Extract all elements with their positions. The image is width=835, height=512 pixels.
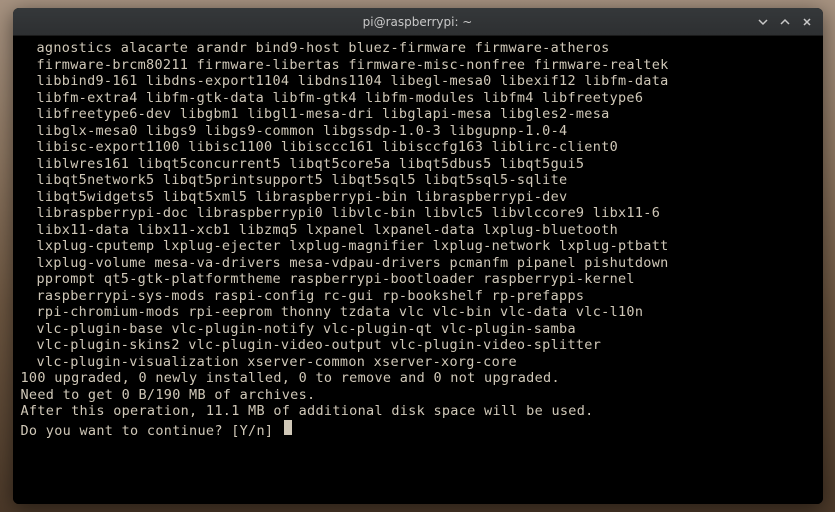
package-line: libraspberrypi-doc libraspberrypi0 libvl… <box>21 205 815 222</box>
close-icon <box>802 17 812 27</box>
terminal-window: pi@raspberrypi: ~ agnostics alacarte ara… <box>13 8 823 504</box>
package-line: agnostics alacarte arandr bind9-host blu… <box>21 40 815 57</box>
terminal-output[interactable]: agnostics alacarte arandr bind9-host blu… <box>13 36 823 504</box>
close-button[interactable] <box>797 12 817 32</box>
minimize-button[interactable] <box>753 12 773 32</box>
maximize-button[interactable] <box>775 12 795 32</box>
chevron-up-icon <box>780 17 790 27</box>
package-line: vlc-plugin-skins2 vlc-plugin-video-outpu… <box>21 337 815 354</box>
chevron-down-icon <box>758 17 768 27</box>
package-line: vlc-plugin-base vlc-plugin-notify vlc-pl… <box>21 321 815 338</box>
continue-prompt: Do you want to continue? [Y/n] <box>21 423 282 440</box>
package-list: agnostics alacarte arandr bind9-host blu… <box>21 40 815 370</box>
window-title: pi@raspberrypi: ~ <box>363 15 473 29</box>
package-line: libqt5network5 libqt5printsupport5 libqt… <box>21 172 815 189</box>
package-line: firmware-brcm80211 firmware-libertas fir… <box>21 57 815 74</box>
package-line: vlc-plugin-visualization xserver-common … <box>21 354 815 371</box>
disk-usage: After this operation, 11.1 MB of additio… <box>21 403 815 420</box>
package-line: libqt5widgets5 libqt5xml5 libraspberrypi… <box>21 189 815 206</box>
terminal-cursor[interactable] <box>284 420 292 435</box>
archive-size: Need to get 0 B/190 MB of archives. <box>21 387 815 404</box>
package-line: libfreetype6-dev libgbm1 libgl1-mesa-dri… <box>21 106 815 123</box>
continue-prompt-line: Do you want to continue? [Y/n] <box>21 420 815 440</box>
titlebar-controls <box>753 8 817 35</box>
package-line: libisc-export1100 libisc1100 libisccc161… <box>21 139 815 156</box>
package-line: lxplug-volume mesa-va-drivers mesa-vdpau… <box>21 255 815 272</box>
package-line: libglx-mesa0 libgs9 libgs9-common libgss… <box>21 123 815 140</box>
package-line: libfm-extra4 libfm-gtk-data libfm-gtk4 l… <box>21 90 815 107</box>
titlebar: pi@raspberrypi: ~ <box>13 8 823 36</box>
upgrade-summary: 100 upgraded, 0 newly installed, 0 to re… <box>21 370 815 387</box>
package-line: libbind9-161 libdns-export1104 libdns110… <box>21 73 815 90</box>
package-line: rpi-chromium-mods rpi-eeprom thonny tzda… <box>21 304 815 321</box>
package-line: libx11-data libx11-xcb1 libzmq5 lxpanel … <box>21 222 815 239</box>
package-line: liblwres161 libqt5concurrent5 libqt5core… <box>21 156 815 173</box>
package-line: pprompt qt5-gtk-platformtheme raspberryp… <box>21 271 815 288</box>
package-line: lxplug-cputemp lxplug-ejecter lxplug-mag… <box>21 238 815 255</box>
package-line: raspberrypi-sys-mods raspi-config rc-gui… <box>21 288 815 305</box>
